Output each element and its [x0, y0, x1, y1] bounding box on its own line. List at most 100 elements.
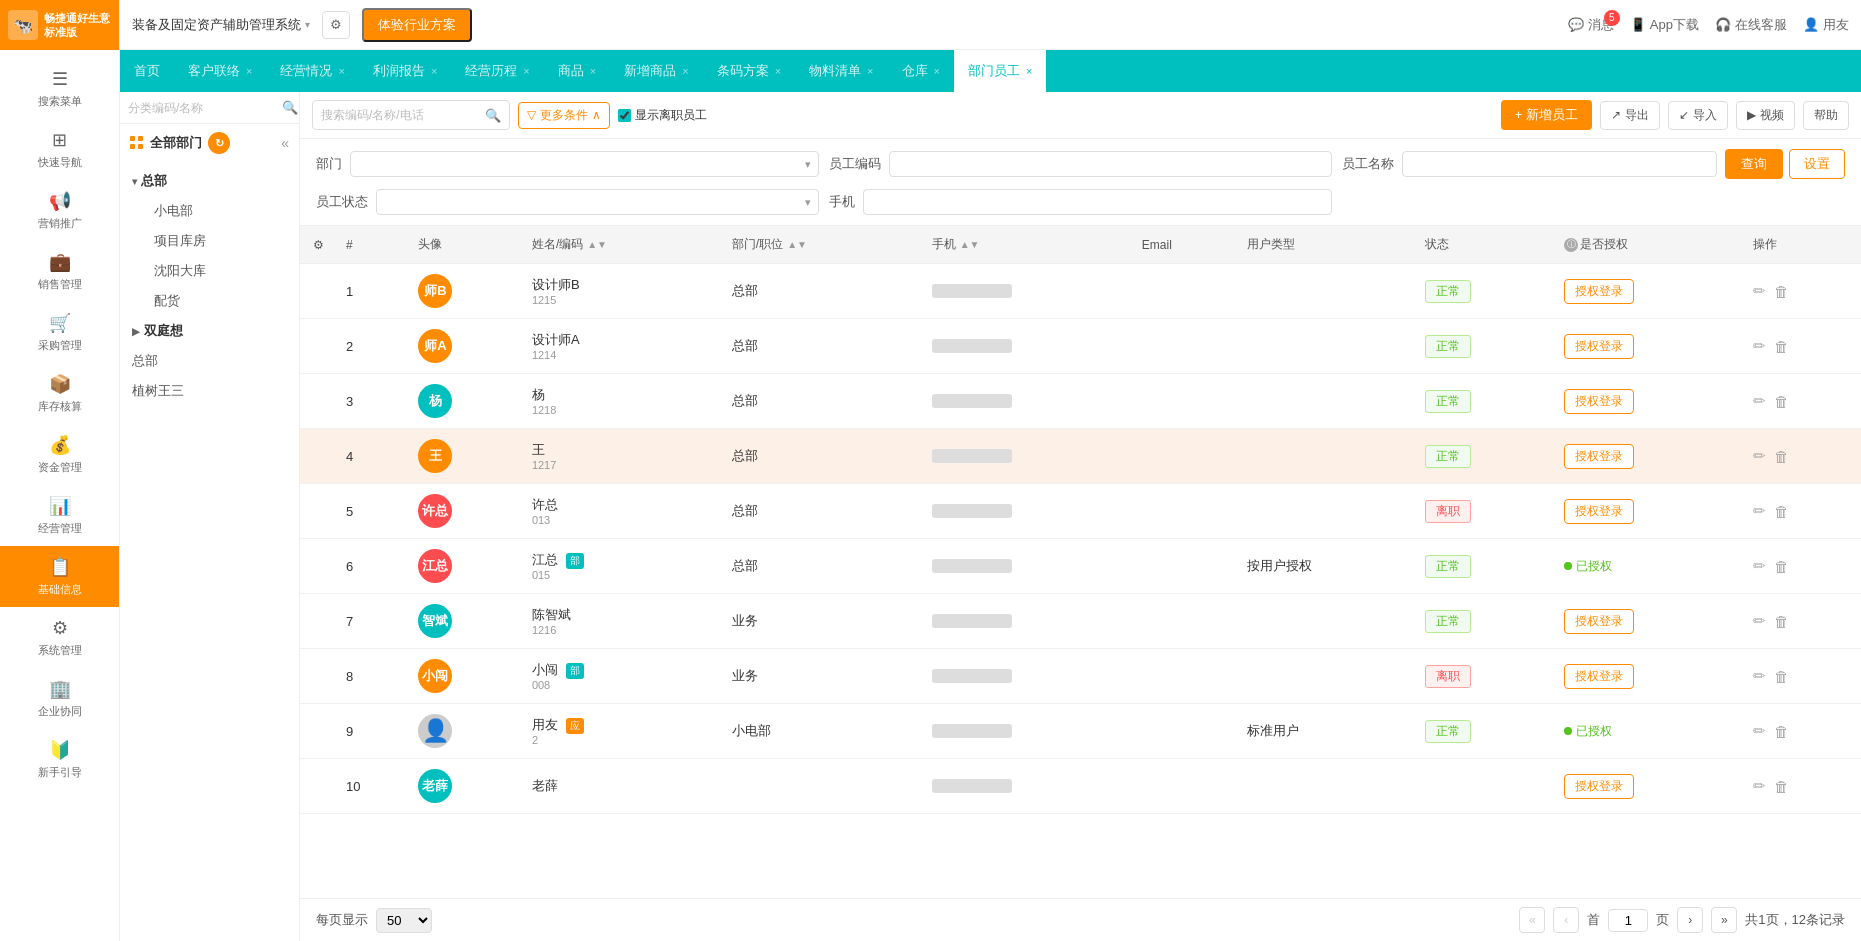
- search-input[interactable]: [321, 108, 481, 122]
- edit-icon[interactable]: ✏: [1753, 392, 1766, 410]
- sidebar-item-operations[interactable]: 📊 经营管理: [0, 485, 119, 546]
- tab-history[interactable]: 经营历程×: [451, 50, 543, 92]
- tab-dept-staff[interactable]: 部门员工×: [954, 50, 1046, 92]
- emp-status-select[interactable]: [376, 189, 819, 215]
- tab-biz[interactable]: 经营情况×: [266, 50, 358, 92]
- edit-icon[interactable]: ✏: [1753, 502, 1766, 520]
- sidebar-item-inventory[interactable]: 📦 库存核算: [0, 363, 119, 424]
- import-button[interactable]: ↙ 导入: [1668, 101, 1728, 130]
- search-icon[interactable]: 🔍: [485, 108, 501, 123]
- sidebar-item-guide[interactable]: 🔰 新手引导: [0, 729, 119, 790]
- tab-customer[interactable]: 客户联络×: [174, 50, 266, 92]
- edit-icon[interactable]: ✏: [1753, 282, 1766, 300]
- tab-biz-close[interactable]: ×: [338, 65, 344, 77]
- tab-profit[interactable]: 利润报告×: [359, 50, 451, 92]
- delete-icon[interactable]: 🗑: [1774, 613, 1789, 630]
- sidebar-item-quick[interactable]: ⊞ 快速导航: [0, 119, 119, 180]
- export-button[interactable]: ↗ 导出: [1600, 101, 1660, 130]
- tab-barcode[interactable]: 条码方案×: [703, 50, 795, 92]
- auth-button[interactable]: 授权登录: [1564, 279, 1634, 304]
- more-filter-button[interactable]: ▽ 更多条件 ∧: [518, 102, 610, 129]
- tab-material[interactable]: 物料清单×: [795, 50, 887, 92]
- system-title[interactable]: 装备及固定资产辅助管理系统 ▾: [132, 16, 310, 34]
- tree-refresh-button[interactable]: ↻: [208, 132, 230, 154]
- tree-group-zongbu[interactable]: ▾ 总部: [120, 166, 299, 196]
- edit-icon[interactable]: ✏: [1753, 337, 1766, 355]
- tab-barcode-close[interactable]: ×: [775, 65, 781, 77]
- delete-icon[interactable]: 🗑: [1774, 558, 1789, 575]
- tab-material-close[interactable]: ×: [867, 65, 873, 77]
- prev-page-button[interactable]: ‹: [1553, 907, 1579, 933]
- tree-item-zongbu2[interactable]: 总部: [120, 346, 299, 376]
- auth-button[interactable]: 授权登录: [1564, 664, 1634, 689]
- auth-button[interactable]: 授权登录: [1564, 334, 1634, 359]
- last-page-button[interactable]: »: [1711, 907, 1737, 933]
- edit-icon[interactable]: ✏: [1753, 722, 1766, 740]
- tree-collapse-button[interactable]: «: [281, 135, 289, 151]
- trial-button[interactable]: 体验行业方案: [362, 8, 472, 42]
- auth-button[interactable]: 授权登录: [1564, 499, 1634, 524]
- tab-warehouse[interactable]: 仓库×: [888, 50, 954, 92]
- edit-icon[interactable]: ✏: [1753, 612, 1766, 630]
- dept-select[interactable]: [350, 151, 819, 177]
- delete-icon[interactable]: 🗑: [1774, 668, 1789, 685]
- set-button[interactable]: 设置: [1789, 149, 1845, 179]
- edit-icon[interactable]: ✏: [1753, 777, 1766, 795]
- tab-new-goods-close[interactable]: ×: [682, 65, 688, 77]
- phone-input[interactable]: [863, 189, 1332, 215]
- delete-icon[interactable]: 🗑: [1774, 778, 1789, 795]
- topbar-gear-button[interactable]: ⚙: [322, 11, 350, 39]
- tree-group-shuangtingxiang[interactable]: ▶ 双庭想: [120, 316, 299, 346]
- help-button[interactable]: 帮助: [1803, 101, 1849, 130]
- per-page-select[interactable]: 50 20 100: [376, 908, 432, 933]
- first-page-button[interactable]: «: [1519, 907, 1545, 933]
- tree-item-xiangmukufang[interactable]: 项目库房: [120, 226, 299, 256]
- tab-dept-staff-close[interactable]: ×: [1026, 65, 1032, 77]
- sidebar-item-marketing[interactable]: 📢 营销推广: [0, 180, 119, 241]
- delete-icon[interactable]: 🗑: [1774, 283, 1789, 300]
- th-name-sort[interactable]: 姓名/编码 ▲▼: [532, 236, 712, 253]
- delete-icon[interactable]: 🗑: [1774, 503, 1789, 520]
- tab-goods[interactable]: 商品×: [544, 50, 610, 92]
- sidebar-item-basic[interactable]: 📋 基础信息: [0, 546, 119, 607]
- search-button[interactable]: 查询: [1725, 149, 1783, 179]
- sidebar-item-purchase[interactable]: 🛒 采购管理: [0, 302, 119, 363]
- auth-button[interactable]: 授权登录: [1564, 609, 1634, 634]
- tab-profit-close[interactable]: ×: [431, 65, 437, 77]
- add-employee-button[interactable]: + 新增员工: [1501, 100, 1592, 130]
- video-button[interactable]: ▶ 视频: [1736, 101, 1795, 130]
- auth-button[interactable]: 授权登录: [1564, 389, 1634, 414]
- edit-icon[interactable]: ✏: [1753, 447, 1766, 465]
- user-avatar-button[interactable]: 👤 用友: [1803, 16, 1849, 34]
- sidebar-item-system[interactable]: ⚙ 系统管理: [0, 607, 119, 668]
- tree-search-input[interactable]: [128, 101, 278, 115]
- next-page-button[interactable]: ›: [1677, 907, 1703, 933]
- app-download-button[interactable]: 📱 App下载: [1630, 16, 1699, 34]
- message-button[interactable]: 💬 消息 5: [1568, 16, 1614, 34]
- emp-code-input[interactable]: [889, 151, 1332, 177]
- sidebar-item-finance[interactable]: 💰 资金管理: [0, 424, 119, 485]
- delete-icon[interactable]: 🗑: [1774, 723, 1789, 740]
- online-service-button[interactable]: 🎧 在线客服: [1715, 16, 1787, 34]
- tree-item-peihuo[interactable]: 配货: [120, 286, 299, 316]
- tab-history-close[interactable]: ×: [523, 65, 529, 77]
- auth-button[interactable]: 授权登录: [1564, 774, 1634, 799]
- tab-new-goods[interactable]: 新增商品×: [610, 50, 702, 92]
- th-settings[interactable]: ⚙: [300, 226, 336, 264]
- edit-icon[interactable]: ✏: [1753, 557, 1766, 575]
- delete-icon[interactable]: 🗑: [1774, 338, 1789, 355]
- tab-goods-close[interactable]: ×: [590, 65, 596, 77]
- th-dept-sort[interactable]: 部门/职位 ▲▼: [732, 236, 912, 253]
- delete-icon[interactable]: 🗑: [1774, 448, 1789, 465]
- tree-item-shenyangdaku[interactable]: 沈阳大库: [120, 256, 299, 286]
- auth-button[interactable]: 授权登录: [1564, 444, 1634, 469]
- tab-home[interactable]: 首页: [120, 50, 174, 92]
- tree-item-zhishu[interactable]: 植树王三: [120, 376, 299, 406]
- tree-search-icon[interactable]: 🔍: [282, 100, 298, 115]
- tree-item-xiaodibu[interactable]: 小电部: [120, 196, 299, 226]
- th-phone-sort[interactable]: 手机 ▲▼: [932, 236, 1122, 253]
- page-number-input[interactable]: [1608, 909, 1648, 932]
- show-resigned-checkbox[interactable]: 显示离职员工: [618, 107, 707, 124]
- sidebar-item-search[interactable]: ☰ 搜索菜单: [0, 58, 119, 119]
- sidebar-item-enterprise[interactable]: 🏢 企业协同: [0, 668, 119, 729]
